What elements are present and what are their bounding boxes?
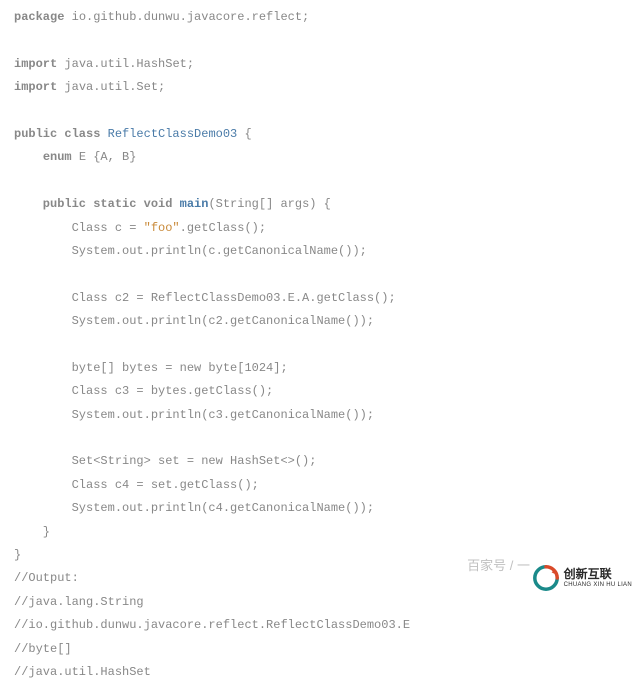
brand-logo: 创新互联 CHUANG XIN HU LIAN: [532, 564, 632, 592]
comment-line: //java.util.HashSet: [14, 661, 626, 684]
comment-line: //java.lang.String: [14, 591, 626, 614]
code-line: public class ReflectClassDemo03 {: [14, 123, 626, 146]
blank-line: [14, 170, 626, 193]
blank-line: [14, 333, 626, 356]
code-line: import java.util.HashSet;: [14, 53, 626, 76]
code-line: Class c4 = set.getClass();: [14, 474, 626, 497]
code-line: byte[] bytes = new byte[1024];: [14, 357, 626, 380]
blank-line: [14, 427, 626, 450]
code-line: System.out.println(c2.getCanonicalName()…: [14, 310, 626, 333]
code-line: Class c = "foo".getClass();: [14, 217, 626, 240]
code-line: package io.github.dunwu.javacore.reflect…: [14, 6, 626, 29]
code-line: System.out.println(c3.getCanonicalName()…: [14, 404, 626, 427]
comment-line: //byte[]: [14, 638, 626, 661]
logo-text: 创新互联 CHUANG XIN HU LIAN: [564, 568, 632, 587]
code-line: import java.util.Set;: [14, 76, 626, 99]
blank-line: [14, 100, 626, 123]
code-line: Class c2 = ReflectClassDemo03.E.A.getCla…: [14, 287, 626, 310]
code-line: Class c3 = bytes.getClass();: [14, 380, 626, 403]
code-line: System.out.println(c4.getCanonicalName()…: [14, 497, 626, 520]
code-line: }: [14, 521, 626, 544]
code-line: System.out.println(c.getCanonicalName())…: [14, 240, 626, 263]
blank-line: [14, 29, 626, 52]
code-line: enum E {A, B}: [14, 146, 626, 169]
logo-text-cn: 创新互联: [564, 568, 632, 581]
blank-line: [14, 263, 626, 286]
comment-line: //io.github.dunwu.javacore.reflect.Refle…: [14, 614, 626, 637]
logo-icon: [532, 564, 560, 592]
code-line: Set<String> set = new HashSet<>();: [14, 450, 626, 473]
code-line: public static void main(String[] args) {: [14, 193, 626, 216]
watermark-text: 百家号 / 一: [467, 553, 530, 578]
logo-text-en: CHUANG XIN HU LIAN: [564, 582, 632, 588]
